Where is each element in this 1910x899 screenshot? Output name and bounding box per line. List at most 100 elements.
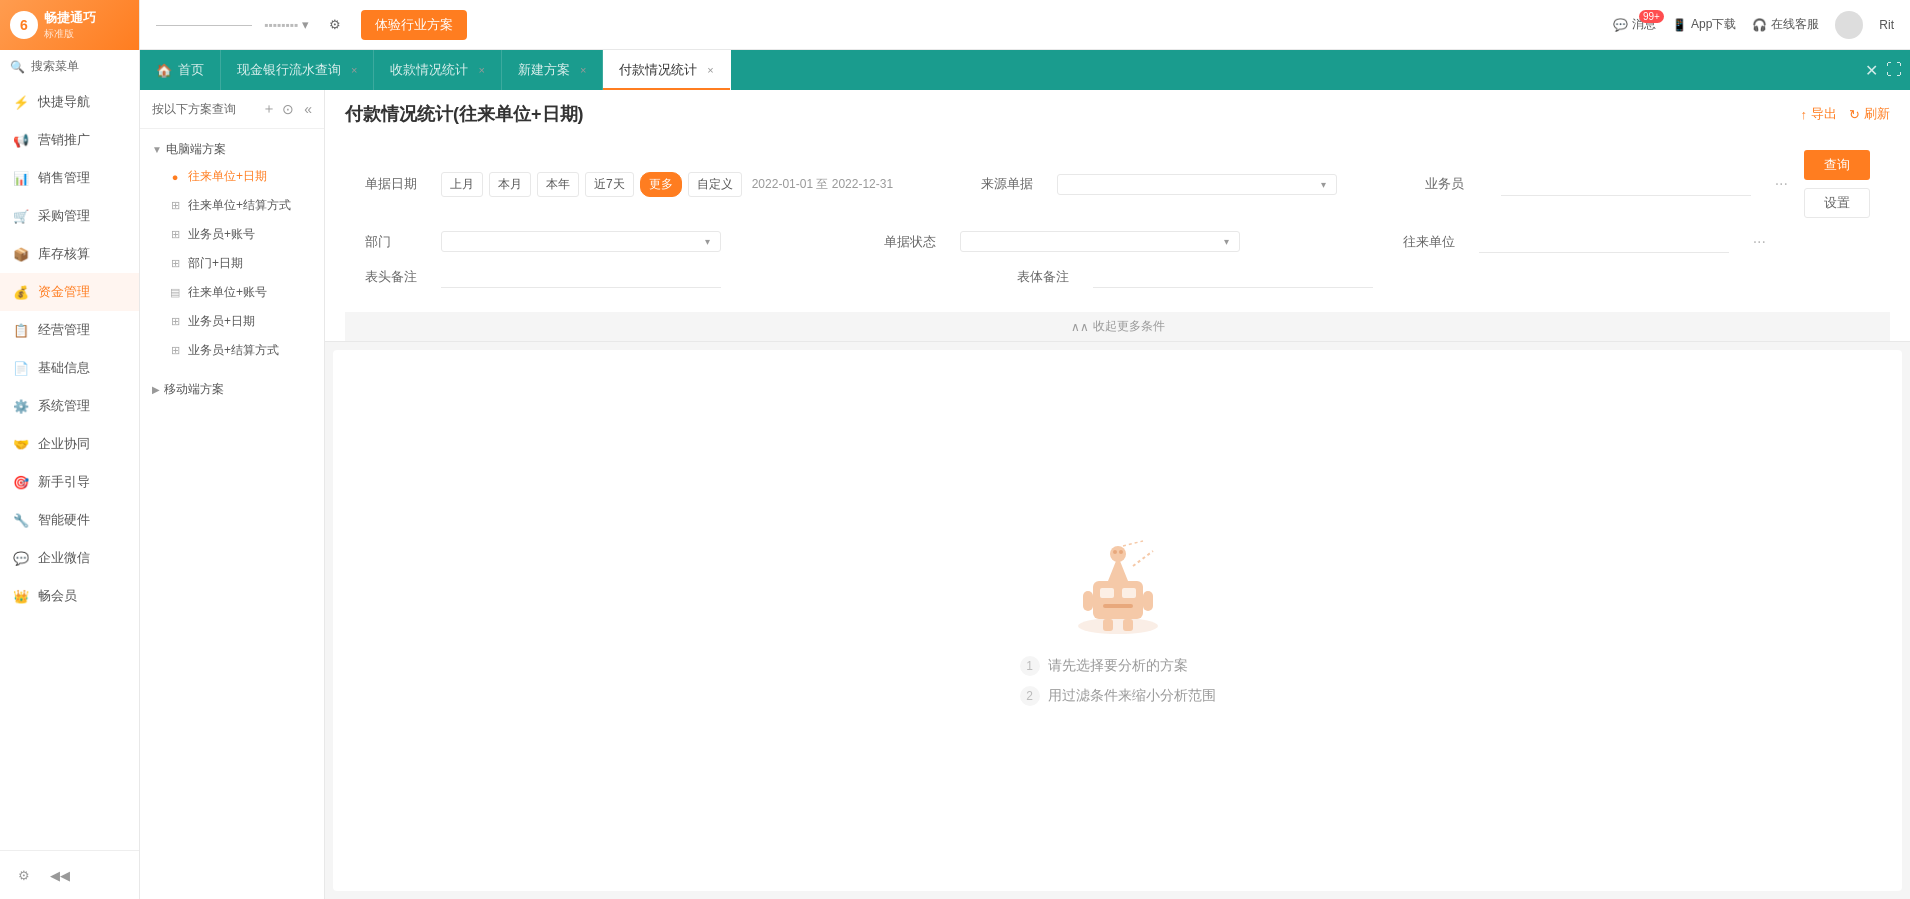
scheme-item-unit-settlement[interactable]: ⊞ 往来单位+结算方式 — [140, 191, 324, 220]
status-select[interactable]: ▾ — [960, 231, 1240, 252]
tab-receipt[interactable]: 收款情况统计 × — [374, 50, 501, 90]
query-btn[interactable]: 查询 — [1804, 150, 1870, 180]
sidebar-item-marketing[interactable]: 📢 营销推广 — [0, 121, 139, 159]
status-arrow-icon: ▾ — [1224, 236, 1229, 247]
tab-home[interactable]: 🏠 首页 — [140, 50, 221, 90]
settings-footer-btn[interactable]: ⚙ — [10, 861, 38, 889]
collapse-bar: ∧∧ 收起更多条件 — [345, 312, 1890, 341]
topbar-gear-btn[interactable]: ⚙ — [321, 11, 349, 39]
topbar-dropdown[interactable]: ▪▪▪▪▪▪▪▪ ▾ — [264, 17, 309, 32]
member-label: 畅会员 — [38, 587, 77, 605]
dept-select[interactable]: ▾ — [441, 231, 721, 252]
tab-bank[interactable]: 现金银行流水查询 × — [221, 50, 374, 90]
header-note-input[interactable] — [441, 265, 721, 288]
scheme-item-dept-date[interactable]: ⊞ 部门+日期 — [140, 249, 324, 278]
tab-home-label: 首页 — [178, 61, 204, 79]
scheme-item-staff-account[interactable]: ⊞ 业务员+账号 — [140, 220, 324, 249]
source-arrow-icon: ▾ — [1321, 179, 1326, 190]
partner-filter-label: 往来单位 — [1403, 233, 1463, 251]
dept-filter-label: 部门 — [365, 233, 425, 251]
system-label: 系统管理 — [38, 397, 90, 415]
svg-rect-3 — [1122, 588, 1136, 598]
sidebar-item-guide[interactable]: 🎯 新手引导 — [0, 463, 139, 501]
body-note-label: 表体备注 — [1017, 268, 1077, 286]
empty-state: 1 请先选择要分析的方案 2 用过滤条件来缩小分析范围 — [333, 350, 1902, 891]
tab-receipt-close[interactable]: × — [478, 64, 484, 76]
tab-bank-close[interactable]: × — [351, 64, 357, 76]
app-version: 标准版 — [44, 27, 96, 41]
partner-input[interactable] — [1479, 230, 1729, 253]
app-download-btn[interactable]: 📱 App下载 — [1672, 16, 1736, 33]
tab-expand-btn[interactable]: ⛶ — [1886, 61, 1902, 79]
mobile-scheme-label: 移动端方案 — [164, 381, 224, 398]
tab-payment-close[interactable]: × — [707, 64, 713, 76]
sidebar-item-member[interactable]: 👑 畅会员 — [0, 577, 139, 615]
sidebar-item-quick[interactable]: ⚡ 快捷导航 — [0, 83, 139, 121]
sales-label: 销售管理 — [38, 169, 90, 187]
desktop-scheme-title[interactable]: ▼ 电脑端方案 — [140, 133, 324, 162]
last-month-btn[interactable]: 上月 — [441, 172, 483, 197]
tab-close-all-btn[interactable]: ✕ — [1865, 61, 1878, 80]
tab-new-close[interactable]: × — [580, 64, 586, 76]
last-7days-btn[interactable]: 近7天 — [585, 172, 634, 197]
sidebar-item-finance[interactable]: 💰 资金管理 — [0, 273, 139, 311]
active-circle-icon: ● — [168, 170, 182, 184]
collapse-panel-btn[interactable]: « — [304, 101, 312, 117]
grid-icon-1: ⊞ — [168, 199, 182, 213]
trial-btn[interactable]: 体验行业方案 — [361, 10, 467, 40]
scheme-item-dept-date-label: 部门+日期 — [188, 255, 243, 272]
scheme-item-staff-date[interactable]: ⊞ 业务员+日期 — [140, 307, 324, 336]
scheme-item-unit-date[interactable]: ● 往来单位+日期 — [140, 162, 324, 191]
sidebar-item-system[interactable]: ⚙️ 系统管理 — [0, 387, 139, 425]
staff-input[interactable] — [1501, 173, 1751, 196]
sidebar-item-purchase[interactable]: 🛒 采购管理 — [0, 197, 139, 235]
more-btn[interactable]: 更多 — [640, 172, 682, 197]
filter-settings-btn[interactable]: 设置 — [1804, 188, 1870, 218]
source-filter-label: 来源单据 — [981, 175, 1041, 193]
source-select[interactable]: ▾ — [1057, 174, 1337, 195]
scheme-item-unit-account[interactable]: ▤ 往来单位+账号 — [140, 278, 324, 307]
header-note-label: 表头备注 — [365, 268, 425, 286]
custom-btn[interactable]: 自定义 — [688, 172, 742, 197]
svg-rect-8 — [1123, 619, 1133, 631]
svg-point-9 — [1110, 546, 1126, 562]
guide-label: 新手引导 — [38, 473, 90, 491]
sidebar-item-operation[interactable]: 📋 经营管理 — [0, 311, 139, 349]
tip-text-1: 请先选择要分析的方案 — [1048, 657, 1188, 675]
staff-more-icon[interactable]: ··· — [1775, 175, 1788, 193]
sidebar-item-enterprise[interactable]: 🤝 企业协同 — [0, 425, 139, 463]
scheme-item-staff-settlement[interactable]: ⊞ 业务员+结算方式 — [140, 336, 324, 365]
sidebar-item-basic[interactable]: 📄 基础信息 — [0, 349, 139, 387]
tab-new[interactable]: 新建方案 × — [502, 50, 603, 90]
message-icon: 💬 — [1613, 18, 1628, 32]
sidebar-item-hardware[interactable]: 🔧 智能硬件 — [0, 501, 139, 539]
tab-payment[interactable]: 付款情况统计 × — [603, 50, 730, 90]
tab-new-label: 新建方案 — [518, 61, 570, 79]
service-btn[interactable]: 🎧 在线客服 — [1752, 16, 1819, 33]
collapse-sidebar-btn[interactable]: ◀◀ — [46, 861, 74, 889]
message-badge: 99+ — [1639, 10, 1664, 23]
sidebar-item-inventory[interactable]: 📦 库存核算 — [0, 235, 139, 273]
add-scheme-btn[interactable]: ＋ — [262, 100, 276, 118]
svg-rect-7 — [1103, 619, 1113, 631]
sidebar-item-wechat[interactable]: 💬 企业微信 — [0, 539, 139, 577]
refresh-btn[interactable]: ↻ 刷新 — [1849, 105, 1890, 123]
search-menu-item[interactable]: 🔍 搜索菜单 — [0, 50, 139, 83]
staff-filter-label: 业务员 — [1425, 175, 1485, 193]
scheme-item-staff-account-label: 业务员+账号 — [188, 226, 255, 243]
partner-more-icon[interactable]: ··· — [1753, 233, 1766, 251]
empty-tip-1: 1 请先选择要分析的方案 — [1020, 656, 1216, 676]
this-month-btn[interactable]: 本月 — [489, 172, 531, 197]
tabbar: 🏠 首页 现金银行流水查询 × 收款情况统计 × 新建方案 × 付款情况统计 ×… — [140, 50, 1910, 90]
mobile-scheme-title[interactable]: ▶ 移动端方案 — [140, 373, 324, 402]
scheme-settings-btn[interactable]: ⊙ — [282, 101, 294, 117]
message-btn[interactable]: 💬 消息 99+ — [1613, 16, 1656, 33]
sidebar-item-sales[interactable]: 📊 销售管理 — [0, 159, 139, 197]
export-btn[interactable]: ↑ 导出 — [1801, 105, 1838, 123]
collapse-more-btn[interactable]: ∧∧ 收起更多条件 — [1071, 318, 1165, 335]
content-area: 按以下方案查询 ＋ ⊙ « ▼ 电脑端方案 ● 往来单位+日期 ⊞ — [140, 90, 1910, 899]
page-header-actions: ↑ 导出 ↻ 刷新 — [1801, 105, 1891, 123]
body-note-input[interactable] — [1093, 265, 1373, 288]
filter-row-1: 单据日期 上月 本月 本年 近7天 更多 自定义 2022-01-01 至 20… — [365, 150, 1870, 218]
this-year-btn[interactable]: 本年 — [537, 172, 579, 197]
